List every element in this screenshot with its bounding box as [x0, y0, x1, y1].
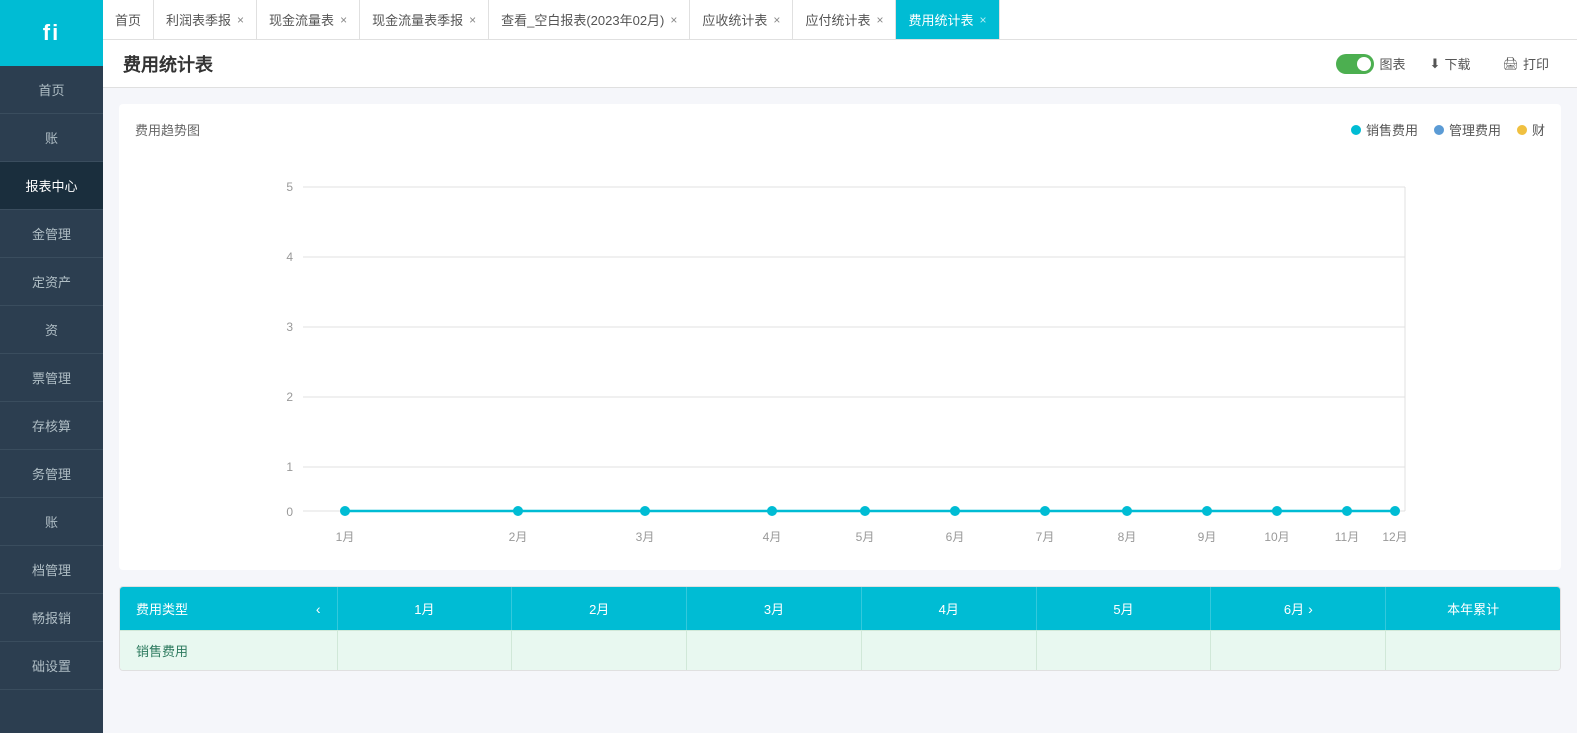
- legend-sales: 销售费用: [1351, 120, 1418, 139]
- sidebar-item-expense[interactable]: 畅报销: [0, 594, 103, 642]
- chart-toggle-label: 图表: [1336, 54, 1406, 74]
- svg-text:5月: 5月: [856, 530, 875, 544]
- svg-text:5: 5: [286, 180, 293, 194]
- next-period-arrow[interactable]: ›: [1308, 601, 1313, 617]
- svg-text:4月: 4月: [763, 530, 782, 544]
- sidebar-item-home[interactable]: 首页: [0, 66, 103, 114]
- th-type: 费用类型 ‹: [120, 587, 338, 630]
- td-type-sales: 销售费用: [120, 631, 338, 670]
- legend-finance: 财: [1517, 120, 1545, 139]
- prev-period-arrow[interactable]: ‹: [316, 601, 321, 617]
- tab-blank-report[interactable]: 查看_空白报表(2023年02月) ×: [489, 0, 690, 40]
- svg-text:7月: 7月: [1036, 530, 1055, 544]
- th-cumulative: 本年累计: [1386, 587, 1560, 630]
- tab-bar: 首页 利润表季报 × 现金流量表 × 现金流量表季报 × 查看_空白报表(202…: [103, 0, 1577, 40]
- sidebar-item-invoices[interactable]: 票管理: [0, 354, 103, 402]
- tab-close-expense-stats[interactable]: ×: [979, 13, 986, 27]
- sidebar: fi 首页 账 报表中心 金管理 定资产 资 票管理 存核算 务管理 账 档管理…: [0, 0, 103, 733]
- header-actions: 图表 ⬇ 下载 🖨 打印: [1336, 50, 1557, 77]
- sidebar-item-reports[interactable]: 报表中心: [0, 162, 103, 210]
- th-col-5: 5月: [1037, 587, 1212, 630]
- svg-text:12月: 12月: [1382, 530, 1407, 544]
- td-sales-3: [687, 631, 862, 670]
- tab-cashflow[interactable]: 现金流量表 ×: [257, 0, 360, 40]
- svg-text:9月: 9月: [1198, 530, 1217, 544]
- svg-text:8月: 8月: [1118, 530, 1137, 544]
- legend-admin: 管理费用: [1434, 120, 1501, 139]
- td-sales-5: [1037, 631, 1212, 670]
- print-button[interactable]: 🖨 打印: [1494, 50, 1557, 77]
- tab-cashflow-quarterly[interactable]: 现金流量表季报 ×: [360, 0, 489, 40]
- th-col-3: 3月: [687, 587, 862, 630]
- svg-text:0: 0: [286, 505, 293, 519]
- chart-header: 费用趋势图 销售费用 管理费用 财: [135, 120, 1545, 139]
- sidebar-item-inventory[interactable]: 存核算: [0, 402, 103, 450]
- tab-expense-stats[interactable]: 费用统计表 ×: [896, 0, 999, 40]
- chart-section: 费用趋势图 销售费用 管理费用 财: [119, 104, 1561, 570]
- tab-close-payable[interactable]: ×: [876, 13, 883, 27]
- chart-container: 5 4 3 2 1 0: [135, 151, 1545, 554]
- legend-dot-sales: [1351, 125, 1361, 135]
- sidebar-logo: fi: [0, 0, 103, 66]
- svg-text:1: 1: [286, 460, 293, 474]
- download-icon: ⬇: [1430, 56, 1441, 72]
- tab-close-cashflow[interactable]: ×: [340, 13, 347, 27]
- svg-text:2月: 2月: [509, 530, 528, 544]
- sidebar-item-services[interactable]: 务管理: [0, 450, 103, 498]
- tab-close-receivable[interactable]: ×: [773, 13, 780, 27]
- table-row-sales: 销售费用: [120, 630, 1560, 670]
- chart-title: 费用趋势图: [135, 120, 200, 139]
- tab-close-profit-quarterly[interactable]: ×: [237, 13, 244, 27]
- td-sales-4: [862, 631, 1037, 670]
- tab-receivable[interactable]: 应收统计表 ×: [690, 0, 793, 40]
- svg-text:1月: 1月: [336, 530, 355, 544]
- th-col-1: 1月: [338, 587, 513, 630]
- sidebar-item-archive[interactable]: 档管理: [0, 546, 103, 594]
- sidebar-item-funds[interactable]: 金管理: [0, 210, 103, 258]
- tab-home[interactable]: 首页: [103, 0, 154, 40]
- trend-chart: 5 4 3 2 1 0: [135, 151, 1545, 551]
- page-title: 费用统计表: [123, 51, 213, 77]
- tab-profit-quarterly[interactable]: 利润表季报 ×: [154, 0, 257, 40]
- svg-text:2: 2: [286, 390, 293, 404]
- svg-text:4: 4: [286, 250, 293, 264]
- td-sales-cumulative: [1386, 631, 1560, 670]
- sidebar-item-capital[interactable]: 资: [0, 306, 103, 354]
- svg-text:3: 3: [286, 320, 293, 334]
- th-col-2: 2月: [512, 587, 687, 630]
- tab-close-blank-report[interactable]: ×: [670, 13, 677, 27]
- td-sales-1: [338, 631, 513, 670]
- sidebar-item-ledger[interactable]: 账: [0, 498, 103, 546]
- sidebar-item-account[interactable]: 账: [0, 114, 103, 162]
- th-col-4: 4月: [862, 587, 1037, 630]
- tab-payable[interactable]: 应付统计表 ×: [793, 0, 896, 40]
- svg-text:6月: 6月: [946, 530, 965, 544]
- legend-dot-finance: [1517, 125, 1527, 135]
- th-col-6: 6月 ›: [1211, 587, 1386, 630]
- print-icon: 🖨: [1502, 56, 1519, 72]
- td-sales-2: [512, 631, 687, 670]
- svg-text:3月: 3月: [636, 530, 655, 544]
- download-button[interactable]: ⬇ 下载: [1422, 50, 1479, 77]
- main-area: 首页 利润表季报 × 现金流量表 × 现金流量表季报 × 查看_空白报表(202…: [103, 0, 1577, 733]
- svg-text:11月: 11月: [1335, 530, 1359, 544]
- tab-close-cashflow-quarterly[interactable]: ×: [469, 13, 476, 27]
- svg-text:10月: 10月: [1264, 530, 1289, 544]
- sidebar-item-settings[interactable]: 础设置: [0, 642, 103, 690]
- chart-toggle[interactable]: [1336, 54, 1374, 74]
- td-sales-6: [1211, 631, 1386, 670]
- expense-table: 费用类型 ‹ 1月 2月 3月 4月 5月: [119, 586, 1561, 671]
- content-area: 费用统计表 图表 ⬇ 下载 🖨 打印 费用趋势图: [103, 40, 1577, 733]
- page-header: 费用统计表 图表 ⬇ 下载 🖨 打印: [103, 40, 1577, 88]
- legend-dot-admin: [1434, 125, 1444, 135]
- table-header-row: 费用类型 ‹ 1月 2月 3月 4月 5月: [120, 587, 1560, 630]
- chart-legend: 销售费用 管理费用 财: [1351, 120, 1545, 139]
- sidebar-item-assets[interactable]: 定资产: [0, 258, 103, 306]
